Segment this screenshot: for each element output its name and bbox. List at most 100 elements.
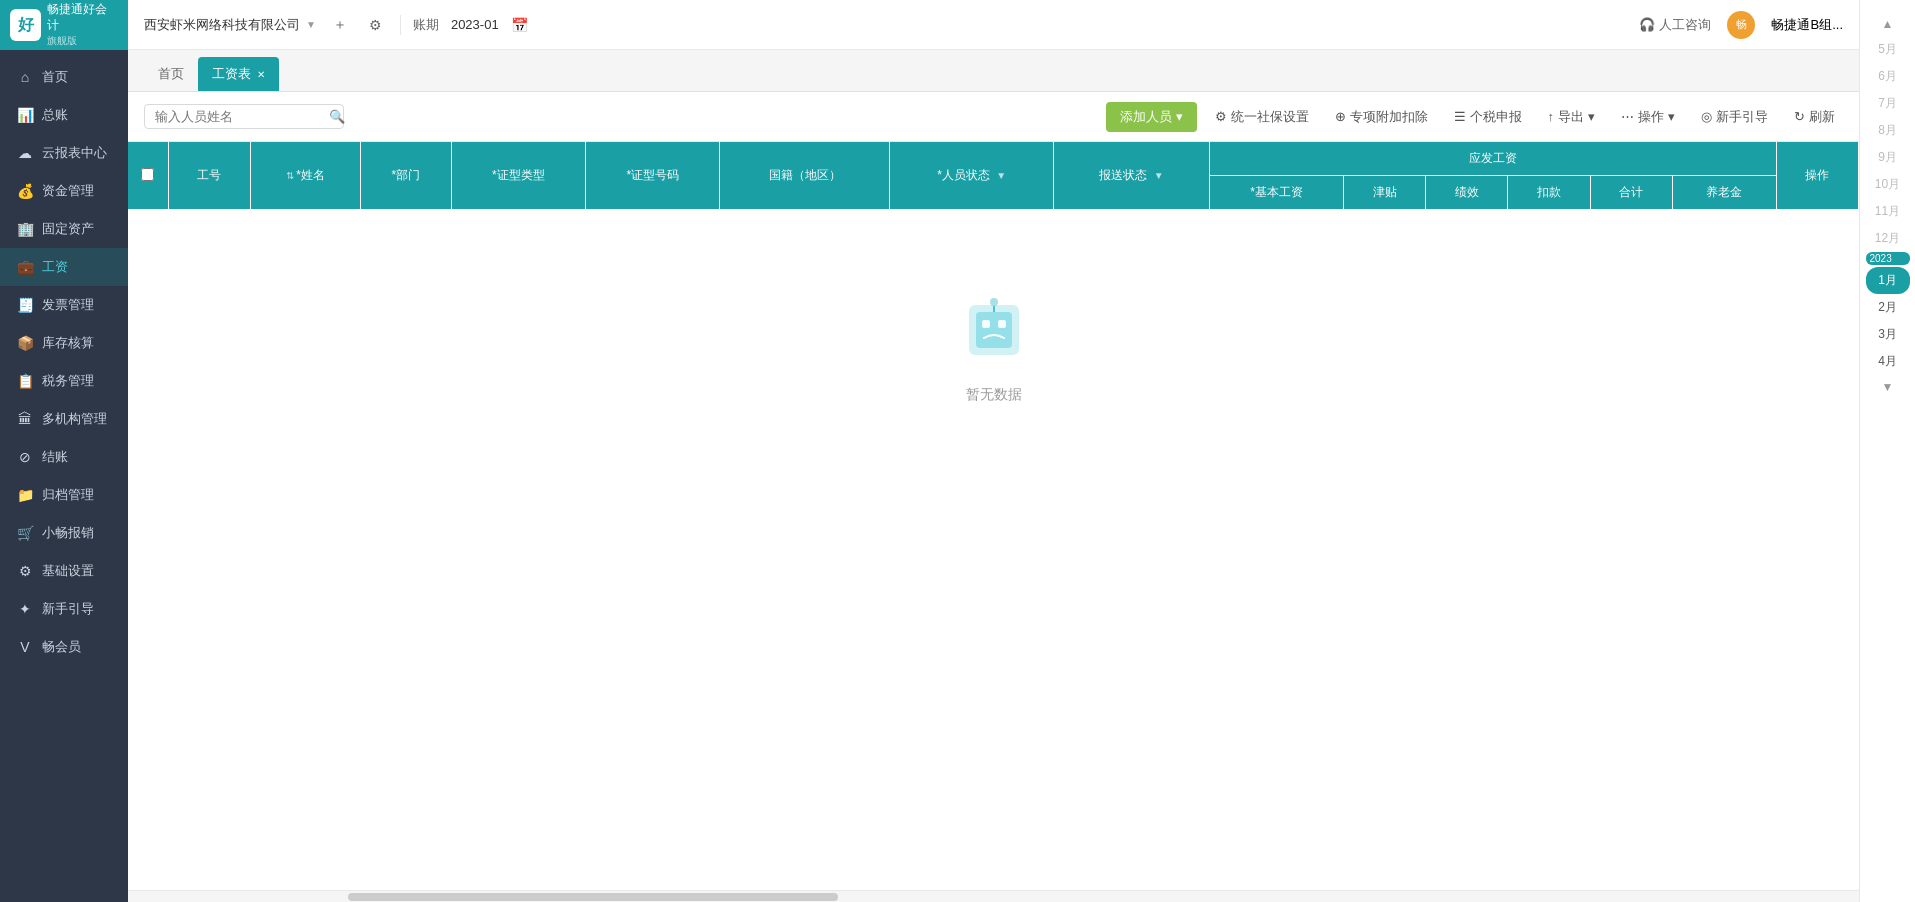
th-submit-status: 报送状态 ▼ [1054, 142, 1210, 210]
sidebar-icon-7: 📦 [16, 335, 34, 351]
year-month-10月: 10月 [1866, 171, 1910, 198]
add-company-btn[interactable]: ＋ [328, 13, 352, 37]
svg-rect-3 [998, 320, 1006, 328]
search-box[interactable]: 🔍 [144, 104, 344, 129]
company-selector[interactable]: 西安虾米网络科技有限公司 ▼ [144, 16, 316, 34]
sidebar-label-2: 云报表中心 [42, 144, 107, 162]
sidebar-item-1[interactable]: 📊 总账 [0, 96, 128, 134]
operation-btn[interactable]: ⋯ 操作 ▾ [1613, 104, 1683, 130]
tab-payroll[interactable]: 工资表 ✕ [198, 57, 279, 91]
sidebar-item-4[interactable]: 🏢 固定资产 [0, 210, 128, 248]
svg-rect-1 [976, 312, 1012, 348]
sidebar-item-8[interactable]: 📋 税务管理 [0, 362, 128, 400]
export-btn[interactable]: ↑ 导出 ▾ [1540, 104, 1604, 130]
sidebar-item-5[interactable]: 💼 工资 [0, 248, 128, 286]
special-deduction-btn[interactable]: ⊕ 专项附加扣除 [1327, 104, 1436, 130]
social-insurance-icon: ⚙ [1215, 109, 1227, 124]
sidebar-label-14: 新手引导 [42, 600, 94, 618]
year-down-btn[interactable]: ▼ [1876, 375, 1900, 399]
sidebar-item-9[interactable]: 🏛 多机构管理 [0, 400, 128, 438]
th-total: 合计 [1590, 176, 1672, 210]
social-insurance-label: 统一社保设置 [1231, 108, 1309, 126]
toolbar-actions: 添加人员 ▾ ⚙ 统一社保设置 ⊕ 专项附加扣除 ☰ 个税申报 ↑ 导出 ▾ ⋯ [1106, 102, 1844, 132]
tax-label: 个税申报 [1470, 108, 1522, 126]
guide-btn[interactable]: ◎ 新手引导 [1693, 104, 1776, 130]
th-allowance: 津贴 [1344, 176, 1426, 210]
year-month-4月[interactable]: 4月 [1866, 348, 1910, 375]
horizontal-scrollbar[interactable] [128, 890, 1859, 902]
year-month-12月: 12月 [1866, 225, 1910, 252]
user-avatar[interactable]: 畅 [1727, 11, 1755, 39]
manual-service-btn[interactable]: 🎧 人工咨询 [1639, 16, 1711, 34]
operation-icon: ⋯ [1621, 109, 1634, 124]
guide-label: 新手引导 [1716, 108, 1768, 126]
th-name[interactable]: *姓名 [250, 142, 360, 210]
sidebar-label-13: 基础设置 [42, 562, 94, 580]
sidebar-item-14[interactable]: ✦ 新手引导 [0, 590, 128, 628]
th-basic-salary: *基本工资 [1209, 176, 1343, 210]
sidebar-icon-0: ⌂ [16, 69, 34, 85]
period-label: 账期 [413, 16, 439, 34]
year-up-btn[interactable]: ▲ [1876, 12, 1900, 36]
tab-home-label: 首页 [158, 65, 184, 83]
sidebar-nav: ⌂ 首页 📊 总账 ☁ 云报表中心 💰 资金管理 🏢 固定资产 💼 工资 🧾 发… [0, 50, 128, 902]
sidebar-item-0[interactable]: ⌂ 首页 [0, 58, 128, 96]
tab-close-btn[interactable]: ✕ [257, 69, 265, 80]
year-month-2月[interactable]: 2月 [1866, 294, 1910, 321]
emp-status-filter-icon[interactable]: ▼ [996, 170, 1006, 181]
svg-point-4 [990, 298, 998, 306]
calendar-icon[interactable]: 📅 [511, 17, 528, 33]
sidebar-label-8: 税务管理 [42, 372, 94, 390]
th-checkbox[interactable] [128, 142, 168, 210]
year-month-11月: 11月 [1866, 198, 1910, 225]
submit-status-filter-icon[interactable]: ▼ [1154, 170, 1164, 181]
select-all-checkbox[interactable] [141, 168, 154, 181]
sidebar-label-10: 结账 [42, 448, 68, 466]
year-month-3月[interactable]: 3月 [1866, 321, 1910, 348]
th-nationality: 国籍（地区） [720, 142, 890, 210]
sidebar-item-12[interactable]: 🛒 小畅报销 [0, 514, 128, 552]
sidebar-item-13[interactable]: ⚙ 基础设置 [0, 552, 128, 590]
year-month-1月[interactable]: 1月 [1866, 267, 1910, 294]
sidebar-icon-3: 💰 [16, 183, 34, 199]
sidebar-icon-9: 🏛 [16, 411, 34, 427]
tab-home[interactable]: 首页 [144, 57, 198, 91]
settings-btn[interactable]: ⚙ [364, 13, 388, 37]
tax-declaration-btn[interactable]: ☰ 个税申报 [1446, 104, 1530, 130]
sidebar-label-3: 资金管理 [42, 182, 94, 200]
headset-icon: 🎧 [1639, 17, 1655, 32]
tax-icon: ☰ [1454, 109, 1466, 124]
sidebar-item-3[interactable]: 💰 资金管理 [0, 172, 128, 210]
sidebar-item-2[interactable]: ☁ 云报表中心 [0, 134, 128, 172]
app-sub: 旗舰版 [47, 34, 118, 48]
sidebar-icon-1: 📊 [16, 107, 34, 123]
year-badge: 2023 [1866, 252, 1910, 265]
sidebar-label-6: 发票管理 [42, 296, 94, 314]
year-month-8月: 8月 [1866, 117, 1910, 144]
sidebar-item-15[interactable]: V 畅会员 [0, 628, 128, 666]
sidebar-item-7[interactable]: 📦 库存核算 [0, 324, 128, 362]
logo-icon: 好 [10, 9, 41, 41]
add-person-btn[interactable]: 添加人员 ▾ [1106, 102, 1197, 132]
year-panel: ▲ 5月6月7月8月9月10月11月12月20231月2月3月4月 ▼ [1859, 0, 1915, 902]
sidebar-item-10[interactable]: ⊘ 结账 [0, 438, 128, 476]
th-dept: *部门 [360, 142, 451, 210]
sidebar-label-7: 库存核算 [42, 334, 94, 352]
sidebar-label-5: 工资 [42, 258, 68, 276]
topbar: 西安虾米网络科技有限公司 ▼ ＋ ⚙ 账期 2023-01 📅 🎧 人工咨询 畅… [128, 0, 1859, 50]
main-area: 西安虾米网络科技有限公司 ▼ ＋ ⚙ 账期 2023-01 📅 🎧 人工咨询 畅… [128, 0, 1859, 902]
sidebar-label-9: 多机构管理 [42, 410, 107, 428]
social-insurance-btn[interactable]: ⚙ 统一社保设置 [1207, 104, 1317, 130]
company-dropdown-arrow: ▼ [306, 19, 316, 30]
sidebar-item-6[interactable]: 🧾 发票管理 [0, 286, 128, 324]
add-person-dropdown-icon: ▾ [1176, 109, 1183, 124]
user-name: 畅捷通B组... [1771, 16, 1843, 34]
special-deduction-icon: ⊕ [1335, 109, 1346, 124]
export-arrow: ▾ [1588, 109, 1595, 124]
sidebar-icon-2: ☁ [16, 145, 34, 161]
sidebar-icon-6: 🧾 [16, 297, 34, 313]
refresh-btn[interactable]: ↻ 刷新 [1786, 104, 1843, 130]
sidebar-item-11[interactable]: 📁 归档管理 [0, 476, 128, 514]
scrollbar-thumb[interactable] [348, 893, 838, 901]
search-input[interactable] [155, 109, 323, 124]
